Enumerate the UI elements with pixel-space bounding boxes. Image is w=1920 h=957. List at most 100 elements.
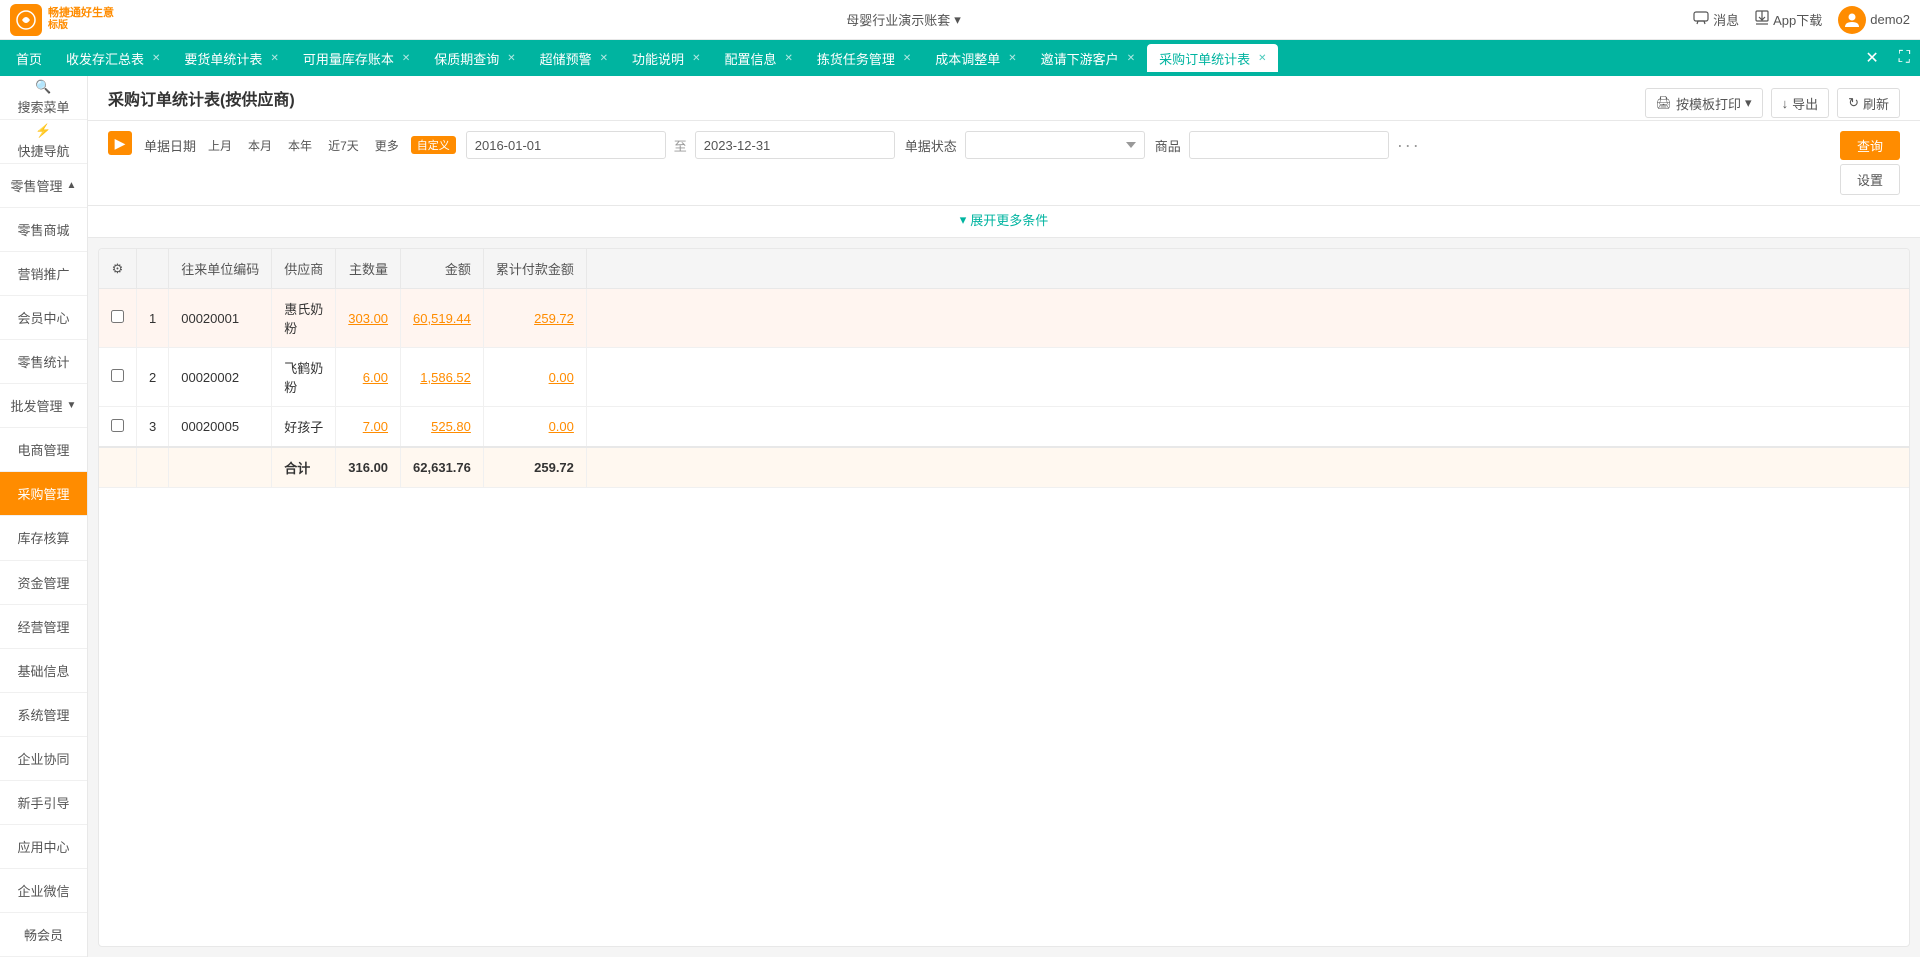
- chevron-down-icon: ▾: [954, 12, 961, 28]
- cell-checkbox[interactable]: [99, 407, 137, 448]
- close-icon[interactable]: ✕: [1127, 53, 1135, 64]
- cell-extra: [586, 289, 1909, 348]
- export-button[interactable]: ↓ 导出: [1771, 88, 1830, 118]
- message-icon: [1693, 11, 1709, 28]
- close-icon[interactable]: ✕: [1258, 53, 1266, 64]
- sidebar-item-new-guide[interactable]: 新手引导: [0, 781, 87, 825]
- date-filter-group: 单据日期 上月 本月 本年 近7天 更多 自定义: [144, 135, 456, 156]
- cell-quantity[interactable]: 7.00: [336, 407, 401, 448]
- cell-paid-amount[interactable]: 259.72: [483, 289, 586, 348]
- sidebar-item-retail-mgmt[interactable]: 零售管理 ▲: [0, 164, 87, 208]
- date-from-input[interactable]: [466, 131, 666, 159]
- cell-paid-amount[interactable]: 0.00: [483, 407, 586, 448]
- sidebar-item-member[interactable]: 畅会员: [0, 913, 87, 957]
- sidebar-item-app-center[interactable]: 应用中心: [0, 825, 87, 869]
- app-download-button[interactable]: App下载: [1755, 10, 1822, 29]
- close-icon[interactable]: ✕: [270, 53, 278, 64]
- table-container: ⚙ 往来单位编码 供应商 主数量 金额 累计付款金额: [98, 248, 1910, 947]
- sidebar-item-ecommerce[interactable]: 电商管理: [0, 428, 87, 472]
- filter-bar: ▶ 单据日期 上月 本月 本年 近7天 更多 自定义 至: [88, 121, 1920, 206]
- query-button[interactable]: 查询: [1840, 131, 1900, 160]
- sidebar-item-member-center[interactable]: 会员中心: [0, 296, 87, 340]
- close-icon[interactable]: ✕: [692, 53, 700, 64]
- cell-quantity[interactable]: 6.00: [336, 348, 401, 407]
- close-icon[interactable]: ✕: [507, 53, 515, 64]
- cell-amount[interactable]: 60,519.44: [401, 289, 484, 348]
- tab-home[interactable]: 首页: [4, 44, 54, 72]
- goods-input[interactable]: [1189, 131, 1389, 159]
- date-to-input[interactable]: [695, 131, 895, 159]
- sidebar-item-retail-shop[interactable]: 零售商城: [0, 208, 87, 252]
- cell-amount[interactable]: 1,586.52: [401, 348, 484, 407]
- more-options-button[interactable]: ···: [1397, 136, 1421, 154]
- close-icon[interactable]: ✕: [1008, 53, 1016, 64]
- sidebar-item-wholesale-mgmt[interactable]: 批发管理 ▼: [0, 384, 87, 428]
- sidebar-item-enterprise-wechat[interactable]: 企业微信: [0, 869, 87, 913]
- action-buttons: 查询 设置: [1840, 131, 1900, 195]
- tab-overstock[interactable]: 超储预警 ✕: [528, 44, 620, 72]
- filter-toggle-button[interactable]: ▶: [108, 131, 132, 155]
- row-checkbox[interactable]: [111, 310, 124, 323]
- expand-more-button[interactable]: ▾ 展开更多条件: [960, 210, 1049, 229]
- cell-amount[interactable]: 525.80: [401, 407, 484, 448]
- status-select[interactable]: [965, 131, 1145, 159]
- shortcut-more[interactable]: 更多: [371, 135, 403, 156]
- column-settings[interactable]: ⚙: [99, 249, 137, 289]
- shortcut-this-year[interactable]: 本年: [284, 135, 316, 156]
- tab-order-stats[interactable]: 要货单统计表 ✕: [172, 44, 290, 72]
- data-table: ⚙ 往来单位编码 供应商 主数量 金额 累计付款金额: [99, 249, 1909, 488]
- close-icon[interactable]: ✕: [903, 53, 911, 64]
- refresh-icon: ↻: [1848, 95, 1859, 111]
- close-icon[interactable]: ✕: [600, 53, 608, 64]
- row-checkbox[interactable]: [111, 369, 124, 382]
- restore-tabs-button[interactable]: ⛶: [1893, 47, 1916, 69]
- shortcut-this-month[interactable]: 本月: [244, 135, 276, 156]
- close-all-tabs-button[interactable]: ✕: [1859, 46, 1884, 70]
- cell-paid-amount[interactable]: 0.00: [483, 348, 586, 407]
- close-icon[interactable]: ✕: [784, 53, 792, 64]
- sidebar-item-capital[interactable]: 资金管理: [0, 561, 87, 605]
- content-area: 采购订单统计表(按供应商) 🖨 按模板打印 ▾ ↓ 导出 ↻ 刷新: [88, 76, 1920, 957]
- setting-button[interactable]: 设置: [1840, 164, 1900, 195]
- tab-config-info[interactable]: 配置信息 ✕: [712, 44, 804, 72]
- sidebar-item-operations[interactable]: 经营管理: [0, 605, 87, 649]
- tab-expiry-query[interactable]: 保质期查询 ✕: [422, 44, 527, 72]
- print-button[interactable]: 🖨 按模板打印 ▾: [1645, 88, 1763, 118]
- cell-checkbox[interactable]: [99, 289, 137, 348]
- cell-quantity[interactable]: 303.00: [336, 289, 401, 348]
- table-row: 1 00020001 惠氏奶粉 303.00 60,519.44 259.72: [99, 289, 1909, 348]
- sidebar-item-retail-stats[interactable]: 零售统计: [0, 340, 87, 384]
- tab-function-desc[interactable]: 功能说明 ✕: [620, 44, 712, 72]
- expand-more-row: ▾ 展开更多条件: [88, 206, 1920, 238]
- sidebar-item-basic-info[interactable]: 基础信息: [0, 649, 87, 693]
- filter-groups: 单据日期 上月 本月 本年 近7天 更多 自定义 至 单据状态: [144, 131, 1828, 159]
- cell-row-num: 2: [137, 348, 169, 407]
- sidebar-item-inventory[interactable]: 库存核算: [0, 516, 87, 560]
- settings-icon[interactable]: ⚙: [112, 261, 124, 276]
- custom-date-badge: 自定义: [411, 136, 456, 154]
- tab-cost-adjust[interactable]: 成本调整单 ✕: [923, 44, 1028, 72]
- tab-purchase-stats[interactable]: 采购订单统计表 ✕: [1147, 44, 1278, 72]
- sidebar-item-marketing[interactable]: 营销推广: [0, 252, 87, 296]
- tab-task-mgmt[interactable]: 拣货任务管理 ✕: [805, 44, 923, 72]
- sidebar-item-purchase-mgmt[interactable]: 采购管理: [0, 472, 87, 516]
- message-button[interactable]: 消息: [1693, 10, 1739, 29]
- refresh-button[interactable]: ↻ 刷新: [1837, 88, 1900, 118]
- shortcut-last-month[interactable]: 上月: [204, 135, 236, 156]
- print-icon: 🖨: [1656, 95, 1673, 111]
- tab-available-stock[interactable]: 可用量库存账本 ✕: [291, 44, 422, 72]
- close-icon[interactable]: ✕: [402, 53, 410, 64]
- sidebar-item-system-mgmt[interactable]: 系统管理: [0, 693, 87, 737]
- sidebar-item-search[interactable]: 🔍 搜索菜单: [0, 76, 87, 120]
- tab-invite-downstream[interactable]: 邀请下游客户 ✕: [1029, 44, 1147, 72]
- cell-checkbox[interactable]: [99, 348, 137, 407]
- tab-collection[interactable]: 收发存汇总表 ✕: [54, 44, 172, 72]
- sidebar-item-quick-nav[interactable]: ⚡ 快捷导航: [0, 120, 87, 164]
- row-checkbox[interactable]: [111, 419, 124, 432]
- workspace-selector[interactable]: 母婴行业演示账套 ▾: [846, 10, 961, 29]
- column-amount: 金额: [401, 249, 484, 289]
- shortcut-7-days[interactable]: 近7天: [324, 135, 363, 156]
- close-icon[interactable]: ✕: [152, 53, 160, 64]
- user-profile[interactable]: demo2: [1838, 6, 1910, 34]
- sidebar-item-enterprise-collab[interactable]: 企业协同: [0, 737, 87, 781]
